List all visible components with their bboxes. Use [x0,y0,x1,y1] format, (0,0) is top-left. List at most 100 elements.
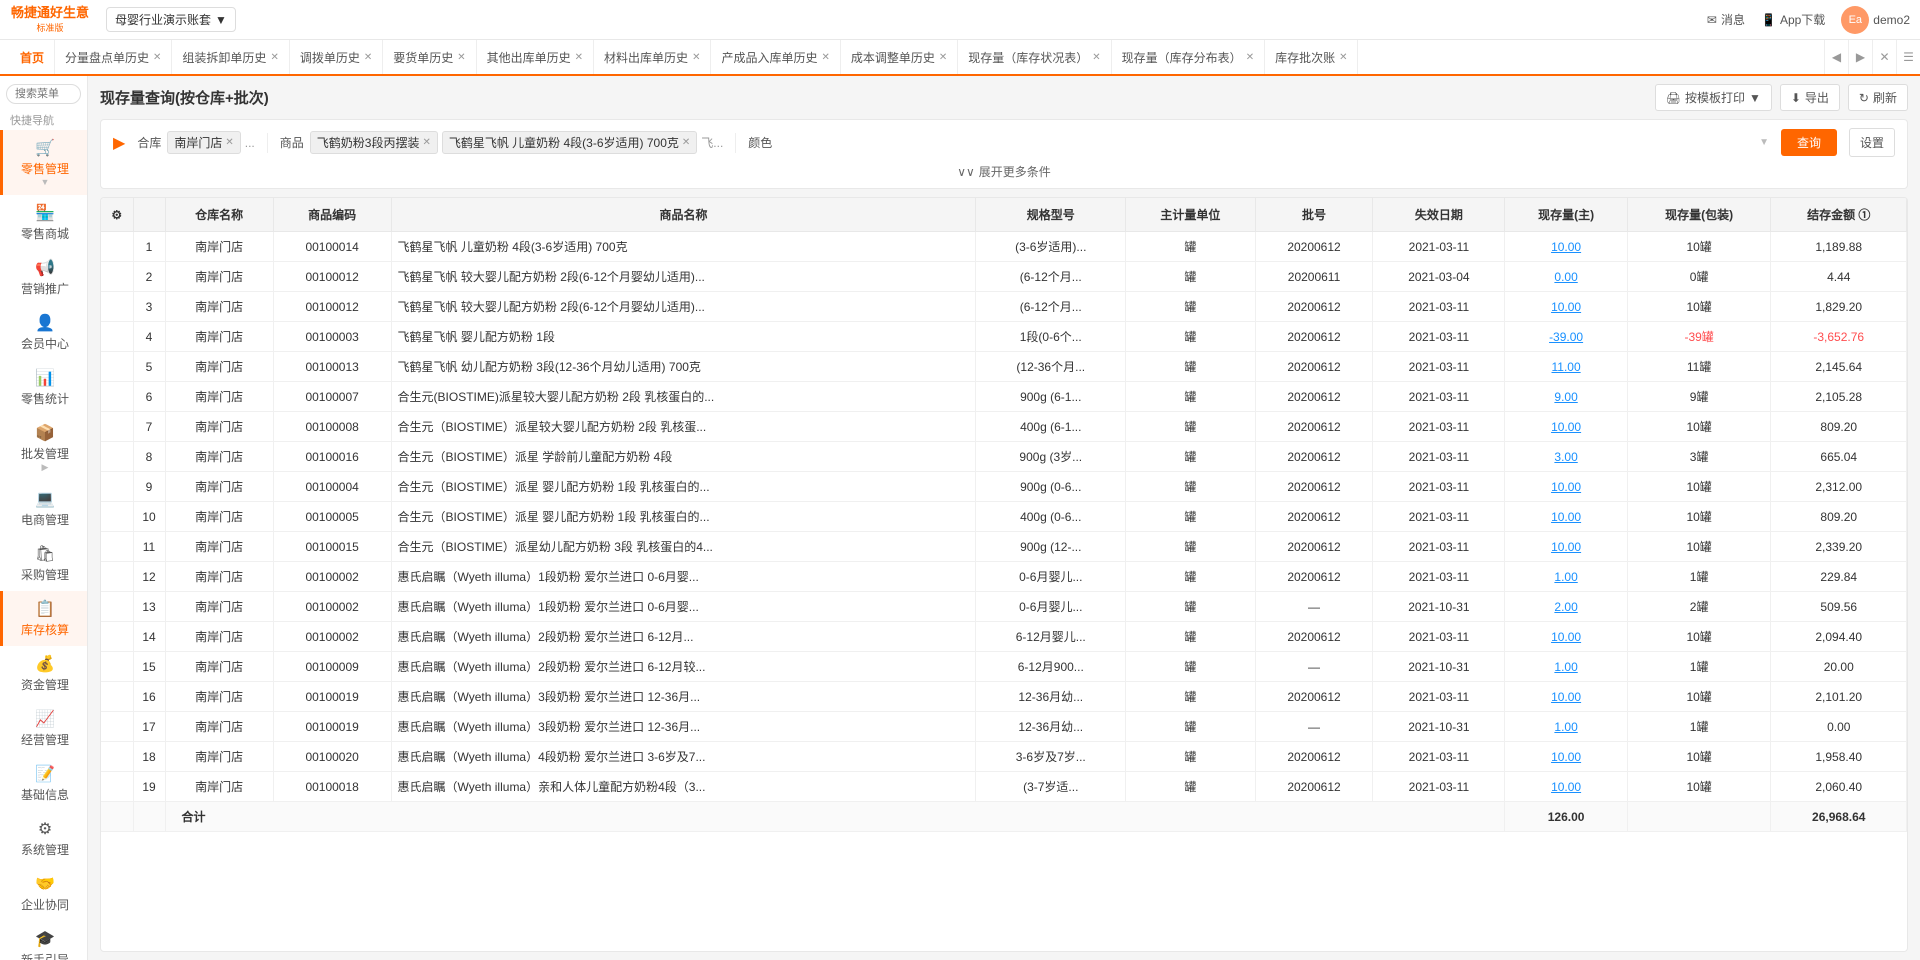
tab-3-close[interactable]: ✕ [364,52,372,63]
search-input[interactable] [6,84,81,104]
goods-tag-2-close[interactable]: ✕ [682,137,690,148]
goods-more[interactable]: 飞... [701,134,723,151]
cell-stock-main[interactable]: 9.00 [1505,382,1627,412]
cell-stock-main[interactable]: 10.00 [1505,232,1627,262]
tab-7[interactable]: 产成品入库单历史 ✕ [711,40,840,75]
sidebar-item-finance[interactable]: 💰 资金管理 [0,646,87,701]
cell-spec: (6-12个月... [976,292,1126,322]
tab-1-close[interactable]: ✕ [153,52,161,63]
sidebar-item-retail-stats[interactable]: 📊 零售统计 [0,360,87,415]
cell-stock-main[interactable]: 10.00 [1505,412,1627,442]
account-dropdown[interactable]: 母婴行业演示账套 ▼ [106,7,236,32]
tab-10[interactable]: 现存量（库存分布表） ✕ [1112,40,1265,75]
cell-stock-main[interactable]: 10.00 [1505,472,1627,502]
sidebar-item-newbie[interactable]: 🎓 新手引导 [0,921,87,960]
nav-close-current[interactable]: ✕ [1872,40,1896,75]
tab-3[interactable]: 调拨单历史 ✕ [290,40,383,75]
user-area[interactable]: Ea demo2 [1841,6,1910,34]
warehouse-more[interactable]: ... [245,136,255,150]
tab-2[interactable]: 组装拆卸单历史 ✕ [172,40,289,75]
query-button[interactable]: 查询 [1781,129,1837,156]
export-button[interactable]: ⬇ 导出 [1780,84,1840,111]
refresh-button[interactable]: ↻ 刷新 [1848,84,1908,111]
sidebar-item-wholesale[interactable]: 📦 批发管理 ▶ [0,415,87,481]
cell-stock-main[interactable]: 0.00 [1505,262,1627,292]
tab-7-close[interactable]: ✕ [821,52,829,63]
tab-8-close[interactable]: ✕ [939,52,947,63]
sidebar-item-retail-mgmt-label: 零售管理 [21,160,69,177]
tab-4-close[interactable]: ✕ [457,52,465,63]
data-table-wrapper: ⚙ 仓库名称 商品编码 商品名称 规格型号 主计量单位 批号 失效日期 现存量(… [100,197,1908,952]
goods-tag-1-close[interactable]: ✕ [422,137,430,148]
tab-4[interactable]: 要货单历史 ✕ [383,40,476,75]
nav-prev[interactable]: ◀ [1824,40,1848,75]
quick-nav-label[interactable]: 快捷导航 [0,108,87,130]
cell-unit: 罐 [1126,232,1256,262]
sidebar-item-ecommerce[interactable]: 💻 电商管理 [0,481,87,536]
tab-11[interactable]: 库存批次账 ✕ [1265,40,1358,75]
cell-stock-main[interactable]: 2.00 [1505,592,1627,622]
tab-2-close[interactable]: ✕ [270,52,278,63]
cell-stock-main[interactable]: 1.00 [1505,652,1627,682]
sidebar-item-enterprise[interactable]: 🤝 企业协同 [0,866,87,921]
warehouse-label: 合库 [137,134,161,151]
cell-stock-main[interactable]: 10.00 [1505,622,1627,652]
tab-8[interactable]: 成本调整单历史 ✕ [841,40,958,75]
table-row: 8 南岸门店 00100016 合生元（BIOSTIME）派星 学龄前儿童配方奶… [101,442,1907,472]
sidebar-item-inventory[interactable]: 📋 库存核算 [0,591,87,646]
cell-stock-main[interactable]: 10.00 [1505,502,1627,532]
tab-7-label: 产成品入库单历史 [721,49,817,66]
cell-stock-pack: 10罐 [1627,742,1771,772]
tab-11-close[interactable]: ✕ [1339,52,1347,63]
cell-stock-main[interactable]: 1.00 [1505,562,1627,592]
sidebar-item-operations[interactable]: 📈 经营管理 [0,701,87,756]
tab-5-close[interactable]: ✕ [575,52,583,63]
cell-stock-main[interactable]: 3.00 [1505,442,1627,472]
tab-home[interactable]: 首页 [10,40,55,75]
tab-9-close[interactable]: ✕ [1092,52,1100,63]
tab-1[interactable]: 分量盘点单历史 ✕ [55,40,172,75]
cell-name: 合生元（BIOSTIME）派星 婴儿配方奶粉 1段 乳核蛋白的... [391,472,976,502]
sidebar-item-retail-mall[interactable]: 🏪 零售商城 [0,195,87,250]
tab-5[interactable]: 其他出库单历史 ✕ [477,40,594,75]
sidebar-item-members[interactable]: 👤 会员中心 [0,305,87,360]
cell-seq: 11 [133,532,165,562]
nav-menu[interactable]: ☰ [1896,40,1920,75]
nav-next[interactable]: ▶ [1848,40,1872,75]
warehouse-tag-1-close[interactable]: ✕ [225,137,233,148]
expand-arrow-icon[interactable]: ▶ [113,133,125,153]
sidebar-item-basic-info[interactable]: 📝 基础信息 [0,756,87,811]
cell-stock-main[interactable]: 10.00 [1505,682,1627,712]
tab-6[interactable]: 材料出库单历史 ✕ [594,40,711,75]
goods-tag-1[interactable]: 飞鹤奶粉3段丙摆装 ✕ [310,131,438,154]
logo: 畅捷通好生意 标准版 [10,5,90,34]
filter-expand-btn[interactable]: ▶ [113,133,125,153]
cell-batch: 20200612 [1255,412,1373,442]
sidebar-item-purchase[interactable]: 🛍 采购管理 [0,536,87,591]
tab-10-close[interactable]: ✕ [1246,52,1254,63]
app-download-button[interactable]: 📱 App下载 [1761,11,1825,28]
print-button[interactable]: 🖨 按模板打印 ▼ [1655,84,1772,111]
warehouse-tag-1[interactable]: 南岸门店 ✕ [167,131,240,154]
cell-stock-main[interactable]: -39.00 [1505,322,1627,352]
expand-more-btn[interactable]: ∨∨ 展开更多条件 [113,163,1895,180]
goods-tag-2[interactable]: 飞鹤星飞帆 儿童奶粉 4段(3-6岁适用) 700克 ✕ [442,131,697,154]
cell-stock-main[interactable]: 10.00 [1505,742,1627,772]
cell-stock-main[interactable]: 10.00 [1505,772,1627,802]
sidebar-item-system-label: 系统管理 [21,841,69,858]
col-settings[interactable]: ⚙ [101,198,133,232]
cell-stock-main[interactable]: 10.00 [1505,292,1627,322]
sidebar-item-marketing[interactable]: 📢 营销推广 [0,250,87,305]
tab-9[interactable]: 现存量（库存状况表） ✕ [958,40,1111,75]
cell-stock-main[interactable]: 1.00 [1505,712,1627,742]
sidebar-item-retail-mgmt[interactable]: 🛒 零售管理 ▼ [0,130,87,195]
cell-stock-main[interactable]: 11.00 [1505,352,1627,382]
message-button[interactable]: ✉ 消息 [1707,11,1745,28]
table-row: 11 南岸门店 00100015 合生元（BIOSTIME）派星幼儿配方奶粉 3… [101,532,1907,562]
tab-6-close[interactable]: ✕ [692,52,700,63]
cell-stock-main[interactable]: 10.00 [1505,532,1627,562]
color-dropdown-btn[interactable]: ▼ [1759,137,1769,148]
setting-button[interactable]: 设置 [1849,128,1895,157]
sidebar-item-system[interactable]: ⚙ 系统管理 [0,811,87,866]
cell-expiry: 2021-03-11 [1373,442,1505,472]
